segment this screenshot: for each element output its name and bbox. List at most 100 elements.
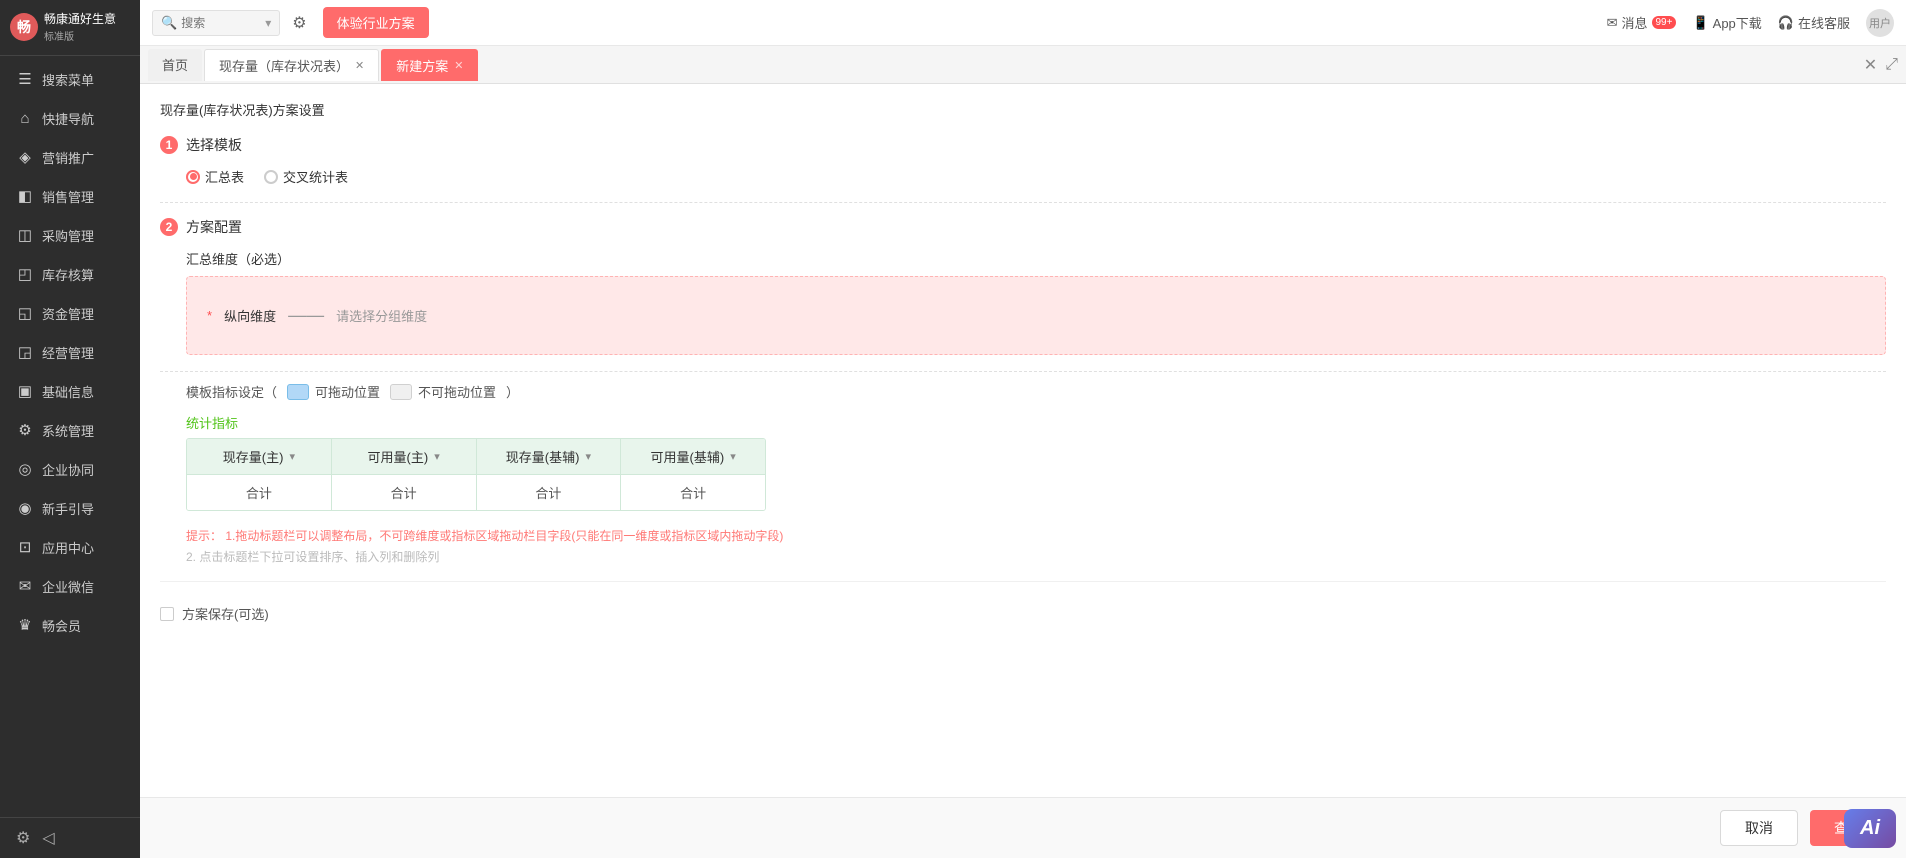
money-icon: ◱ bbox=[16, 304, 34, 322]
col1-dropdown-icon[interactable]: ▾ bbox=[289, 450, 295, 463]
section-template: 1 选择模板 汇总表 交叉统计表 bbox=[160, 135, 1886, 186]
sidebar-item-search[interactable]: ☰ 搜索菜单 bbox=[0, 60, 140, 99]
sidebar-item-purchase[interactable]: ◫ 采购管理 bbox=[0, 216, 140, 255]
service-btn[interactable]: 🎧 在线客服 bbox=[1778, 13, 1850, 32]
system-icon: ⚙ bbox=[16, 421, 34, 439]
sidebar-item-appcenter[interactable]: ⊡ 应用中心 bbox=[0, 528, 140, 567]
tab-home-label: 首页 bbox=[162, 55, 188, 74]
indicator-draggable: 可拖动位置 bbox=[287, 382, 380, 401]
logo-icon: 畅 bbox=[10, 13, 38, 41]
ai-badge[interactable]: Ai bbox=[1844, 809, 1896, 848]
col-header-3: 现存量(基辅) ▾ bbox=[477, 439, 622, 474]
indicator-legend-suffix: ） bbox=[506, 382, 519, 401]
gear-icon[interactable]: ⚙ bbox=[288, 9, 310, 37]
section1-title: 选择模板 bbox=[186, 135, 242, 155]
sidebar-item-finance[interactable]: ◱ 资金管理 bbox=[0, 294, 140, 333]
message-btn[interactable]: ✉ 消息 99+ bbox=[1607, 13, 1677, 32]
sidebar-item-wechat[interactable]: ✉ 企业微信 bbox=[0, 567, 140, 606]
save-checkbox[interactable] bbox=[160, 607, 174, 621]
sidebar-item-sales[interactable]: ◧ 销售管理 bbox=[0, 177, 140, 216]
sidebar-item-enterprise[interactable]: ◎ 企业协同 bbox=[0, 450, 140, 489]
member-icon: ♛ bbox=[16, 616, 34, 634]
box-icon: ◰ bbox=[16, 265, 34, 283]
save-label: 方案保存(可选) bbox=[182, 604, 269, 623]
chart-icon: ◧ bbox=[16, 187, 34, 205]
tab-new-plan[interactable]: 新建方案 ✕ bbox=[381, 49, 478, 81]
sidebar: 畅 畅康通好生意 标准版 ☰ 搜索菜单 ⌂ 快捷导航 ◈ 营销推广 ◧ 销售管理… bbox=[0, 0, 140, 858]
sidebar-item-newguide[interactable]: ◉ 新手引导 bbox=[0, 489, 140, 528]
tab-home[interactable]: 首页 bbox=[148, 49, 202, 81]
search-box[interactable]: 🔍 ▾ bbox=[152, 10, 280, 36]
home-icon: ⌂ bbox=[16, 109, 34, 127]
radio-summary-circle bbox=[186, 170, 200, 184]
tips-line2: 2. 点击标题栏下拉可设置排序、插入列和删除列 bbox=[186, 548, 1886, 565]
sidebar-nav: ☰ 搜索菜单 ⌂ 快捷导航 ◈ 营销推广 ◧ 销售管理 ◫ 采购管理 ◰ 库存核… bbox=[0, 56, 140, 817]
gift-icon: ◈ bbox=[16, 148, 34, 166]
sidebar-item-member[interactable]: ♛ 畅会员 bbox=[0, 606, 140, 645]
search-dropdown-icon[interactable]: ▾ bbox=[265, 16, 271, 30]
indicator-legend-row: 模板指标设定（ 可拖动位置 不可拖动位置 ） bbox=[160, 382, 1886, 401]
dim-divider: —— bbox=[288, 305, 324, 326]
radio-cross[interactable]: 交叉统计表 bbox=[264, 167, 348, 186]
enterprise-icon: ◎ bbox=[16, 460, 34, 478]
col4-dropdown-icon[interactable]: ▾ bbox=[730, 450, 736, 463]
user-avatar[interactable]: 用户 bbox=[1866, 9, 1894, 37]
template-radio-group: 汇总表 交叉统计表 bbox=[160, 167, 1886, 186]
topbar-right: ✉ 消息 99+ 📱 App下载 🎧 在线客服 用户 bbox=[1607, 9, 1894, 37]
sidebar-item-basic[interactable]: ▣ 基础信息 bbox=[0, 372, 140, 411]
section2-num: 2 bbox=[160, 218, 178, 236]
sidebar-item-operations[interactable]: ◲ 经营管理 bbox=[0, 333, 140, 372]
logo-text: 畅康通好生意 标准版 bbox=[44, 12, 116, 43]
sidebar-item-inventory[interactable]: ◰ 库存核算 bbox=[0, 255, 140, 294]
tab-close-all-icon[interactable]: ✕ bbox=[1864, 55, 1877, 75]
save-row: 方案保存(可选) bbox=[160, 592, 1886, 635]
tab-inventory-label: 现存量（库存状况表） bbox=[219, 56, 349, 75]
col-data-1: 合计 bbox=[187, 475, 332, 510]
section2-header: 2 方案配置 bbox=[160, 217, 1886, 237]
dimension-section: 汇总维度（必选） * 纵向维度 —— 请选择分组维度 bbox=[160, 249, 1886, 355]
settings-icon[interactable]: ⚙ bbox=[16, 828, 30, 848]
stats-area: 统计指标 现存量(主) ▾ 可用量(主) ▾ 现存量(基辅) bbox=[160, 413, 1886, 565]
col2-dropdown-icon[interactable]: ▾ bbox=[434, 450, 440, 463]
app-download-btn[interactable]: 📱 App下载 bbox=[1692, 13, 1761, 32]
message-badge: 99+ bbox=[1652, 16, 1677, 29]
tab-new-plan-label: 新建方案 bbox=[396, 56, 448, 75]
search-input[interactable] bbox=[181, 16, 261, 30]
stats-data-row: 合计 合计 合计 合计 bbox=[187, 474, 765, 510]
section1-num: 1 bbox=[160, 136, 178, 154]
stats-table: 现存量(主) ▾ 可用量(主) ▾ 现存量(基辅) ▾ 可用量(基辅) bbox=[186, 438, 766, 511]
dim-required-mark: * bbox=[207, 308, 212, 323]
tab-new-plan-close-icon[interactable]: ✕ bbox=[454, 59, 463, 72]
radio-cross-circle bbox=[264, 170, 278, 184]
radio-summary[interactable]: 汇总表 bbox=[186, 167, 244, 186]
trial-btn[interactable]: 体验行业方案 bbox=[323, 7, 429, 38]
section-config: 2 方案配置 汇总维度（必选） * 纵向维度 —— 请选择分组维度 模板指标设定… bbox=[160, 217, 1886, 565]
tab-inventory-status[interactable]: 现存量（库存状况表） ✕ bbox=[204, 49, 379, 81]
content-area: 现存量(库存状况表)方案设置 1 选择模板 汇总表 交叉统计表 bbox=[140, 84, 1906, 797]
cart-icon: ◫ bbox=[16, 226, 34, 244]
topbar: 🔍 ▾ ⚙ 体验行业方案 ✉ 消息 99+ 📱 App下载 🎧 在线客服 用户 bbox=[140, 0, 1906, 46]
sidebar-item-system[interactable]: ⚙ 系统管理 bbox=[0, 411, 140, 450]
sidebar-item-quicknav[interactable]: ⌂ 快捷导航 bbox=[0, 99, 140, 138]
cancel-button[interactable]: 取消 bbox=[1720, 810, 1798, 846]
basic-icon: ▣ bbox=[16, 382, 34, 400]
ops-icon: ◲ bbox=[16, 343, 34, 361]
col-data-2: 合计 bbox=[332, 475, 477, 510]
col3-dropdown-icon[interactable]: ▾ bbox=[585, 450, 591, 463]
tab-expand-icon[interactable]: ⤢ bbox=[1885, 56, 1898, 74]
message-icon: ✉ bbox=[1607, 15, 1618, 31]
app-icon: ⊡ bbox=[16, 538, 34, 556]
tab-inventory-close-icon[interactable]: ✕ bbox=[355, 59, 364, 72]
sound-icon[interactable]: ◁ bbox=[42, 828, 54, 848]
tabbar: 首页 现存量（库存状况表） ✕ 新建方案 ✕ ✕ ⤢ bbox=[140, 46, 1906, 84]
tips-section: 提示： 1.拖动标题栏可以调整布局，不可跨维度或指标区域拖动栏目字段(只能在同一… bbox=[186, 527, 1886, 565]
wechat-icon: ✉ bbox=[16, 577, 34, 595]
col-data-3: 合计 bbox=[477, 475, 622, 510]
dim-placeholder[interactable]: 请选择分组维度 bbox=[336, 306, 427, 325]
section2-title: 方案配置 bbox=[186, 217, 242, 237]
dim-field-name: 纵向维度 bbox=[224, 306, 276, 325]
non-draggable-box bbox=[390, 384, 412, 400]
tips-title: 提示： 1.拖动标题栏可以调整布局，不可跨维度或指标区域拖动栏目字段(只能在同一… bbox=[186, 527, 1886, 544]
sidebar-item-marketing[interactable]: ◈ 营销推广 bbox=[0, 138, 140, 177]
app-logo: 畅 畅康通好生意 标准版 bbox=[0, 0, 140, 56]
